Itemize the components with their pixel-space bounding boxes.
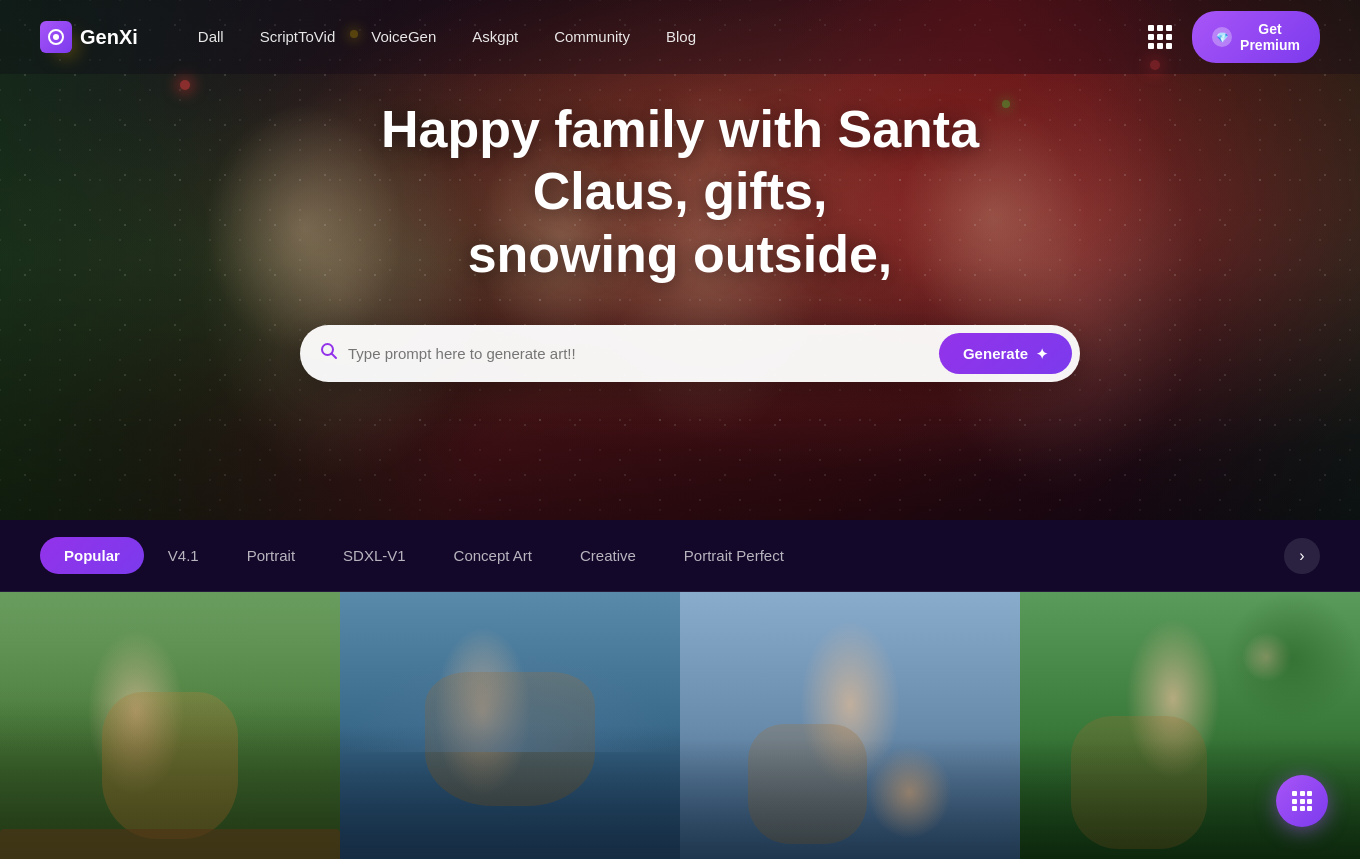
apps-grid-icon[interactable] — [1148, 25, 1172, 49]
generate-button[interactable]: Generate ✦ — [939, 333, 1072, 374]
svg-line-3 — [332, 354, 337, 359]
tab-concept-art[interactable]: Concept Art — [430, 537, 556, 574]
hero-title: Happy family with Santa Claus, gifts, sn… — [300, 98, 1060, 285]
gallery-item-2[interactable] — [340, 592, 680, 859]
tab-creative[interactable]: Creative — [556, 537, 660, 574]
tab-portrait[interactable]: Portrait — [223, 537, 319, 574]
diamond-icon: 💎 — [1212, 27, 1232, 47]
nav-right: 💎 GetPremium — [1148, 11, 1320, 63]
fab-grid-icon — [1292, 791, 1312, 811]
search-icon — [320, 342, 338, 365]
search-bar: Generate ✦ — [300, 325, 1080, 382]
brand-logo[interactable]: GenXi — [40, 21, 138, 53]
gallery-item-3[interactable] — [680, 592, 1020, 859]
tab-sdxl-v1[interactable]: SDXL-V1 — [319, 537, 430, 574]
nav-links: Dall ScriptToVid VoiceGen Askgpt Communi… — [198, 28, 1148, 46]
tabs-next-arrow[interactable]: › — [1284, 538, 1320, 574]
fab-apps-button[interactable] — [1276, 775, 1328, 827]
gallery-section — [0, 592, 1360, 859]
nav-link-voicegen[interactable]: VoiceGen — [371, 28, 436, 45]
tab-popular[interactable]: Popular — [40, 537, 144, 574]
nav-link-community[interactable]: Community — [554, 28, 630, 45]
logo-icon — [40, 21, 72, 53]
nav-link-dall[interactable]: Dall — [198, 28, 224, 45]
tab-v41[interactable]: V4.1 — [144, 537, 223, 574]
sparkle-icon: ✦ — [1036, 346, 1048, 362]
navbar: GenXi Dall ScriptToVid VoiceGen Askgpt C… — [0, 0, 1360, 74]
brand-name: GenXi — [80, 26, 138, 49]
nav-link-scripttovid[interactable]: ScriptToVid — [260, 28, 336, 45]
svg-point-1 — [53, 34, 59, 40]
hero-content: Happy family with Santa Claus, gifts, sn… — [280, 98, 1080, 382]
hero-section: Happy family with Santa Claus, gifts, sn… — [0, 0, 1360, 520]
get-premium-button[interactable]: 💎 GetPremium — [1192, 11, 1320, 63]
tab-portrait-perfect[interactable]: Portrait Perfect — [660, 537, 808, 574]
nav-link-askgpt[interactable]: Askgpt — [472, 28, 518, 45]
premium-label: GetPremium — [1240, 21, 1300, 53]
tabs-section: Popular V4.1 Portrait SDXL-V1 Concept Ar… — [0, 520, 1360, 592]
nav-link-blog[interactable]: Blog — [666, 28, 696, 45]
gallery-item-1[interactable] — [0, 592, 340, 859]
search-input[interactable] — [348, 345, 939, 362]
